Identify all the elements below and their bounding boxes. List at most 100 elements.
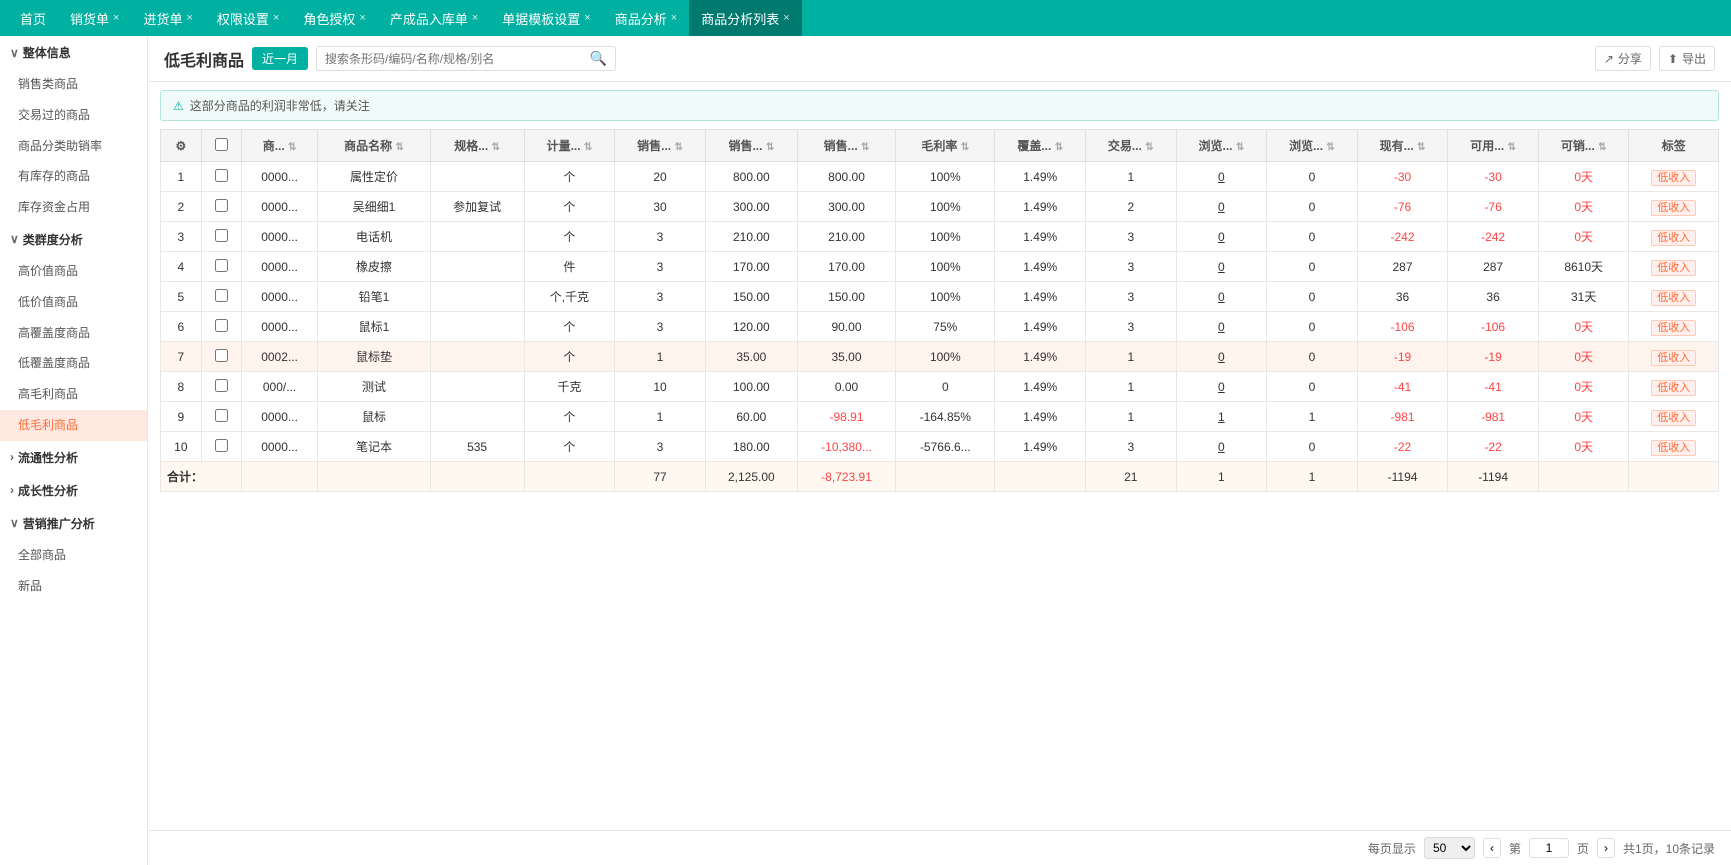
- share-button[interactable]: ↗ 分享: [1595, 46, 1651, 71]
- nav-close-icon[interactable]: ×: [783, 12, 789, 24]
- row-checkbox[interactable]: [201, 192, 241, 222]
- search-box: 🔍: [316, 46, 616, 71]
- nav-close-icon[interactable]: ×: [113, 12, 119, 24]
- sidebar-group-类群度分析[interactable]: ∨类群度分析: [0, 223, 147, 256]
- nav-item-商品分析列表[interactable]: 商品分析列表×: [689, 0, 801, 36]
- sidebar-item-高价值商品[interactable]: 高价值商品: [0, 256, 147, 287]
- nav-close-icon[interactable]: ×: [273, 12, 279, 24]
- col-sales-gross[interactable]: 销售... ⇅: [797, 130, 895, 162]
- row-checkbox[interactable]: [201, 342, 241, 372]
- row-select-checkbox[interactable]: [215, 379, 228, 392]
- tag-badge: 低收入: [1651, 440, 1696, 456]
- row-name: 笔记本: [318, 432, 430, 462]
- row-checkbox[interactable]: [201, 312, 241, 342]
- sidebar-item-高覆盖度商品[interactable]: 高覆盖度商品: [0, 318, 147, 349]
- sidebar-item-低价值商品[interactable]: 低价值商品: [0, 287, 147, 318]
- row-checkbox[interactable]: [201, 282, 241, 312]
- col-sales-qty[interactable]: 销售... ⇅: [615, 130, 706, 162]
- nav-item-角色授权[interactable]: 角色授权×: [291, 0, 377, 36]
- row-code: 000/...: [241, 372, 318, 402]
- row-available: -981: [1448, 402, 1539, 432]
- sidebar-group-整体信息[interactable]: ∨整体信息: [0, 36, 147, 69]
- row-select-checkbox[interactable]: [215, 439, 228, 452]
- sidebar-group-营销推广分析[interactable]: ∨营销推广分析: [0, 507, 147, 540]
- row-select-checkbox[interactable]: [215, 229, 228, 242]
- col-unit[interactable]: 计量... ⇅: [524, 130, 615, 162]
- sidebar-item-有库存的商品[interactable]: 有库存的商品: [0, 161, 147, 192]
- search-icon[interactable]: 🔍: [590, 50, 607, 67]
- row-select-checkbox[interactable]: [215, 259, 228, 272]
- row-checkbox[interactable]: [201, 222, 241, 252]
- prev-page-button[interactable]: ‹: [1483, 838, 1501, 858]
- col-view2[interactable]: 浏览... ⇅: [1267, 130, 1358, 162]
- sidebar-group-成长性分析[interactable]: ›成长性分析: [0, 474, 147, 507]
- nav-close-icon[interactable]: ×: [671, 12, 677, 24]
- row-select-checkbox[interactable]: [215, 319, 228, 332]
- nav-item-首页[interactable]: 首页: [8, 0, 58, 36]
- sidebar-group-流通性分析[interactable]: ›流通性分析: [0, 441, 147, 474]
- row-select-checkbox[interactable]: [215, 349, 228, 362]
- col-current-stock[interactable]: 现有... ⇅: [1357, 130, 1448, 162]
- col-available[interactable]: 可用... ⇅: [1448, 130, 1539, 162]
- nav-close-icon[interactable]: ×: [186, 12, 192, 24]
- row-cover-rate: 1.49%: [995, 162, 1086, 192]
- select-all-checkbox[interactable]: [215, 138, 228, 151]
- col-sales-price[interactable]: 销售... ⇅: [705, 130, 797, 162]
- next-page-button[interactable]: ›: [1597, 838, 1615, 858]
- row-sellable: 0天: [1538, 222, 1629, 252]
- nav-item-权限设置[interactable]: 权限设置×: [205, 0, 291, 36]
- row-unit: 件: [524, 252, 615, 282]
- sidebar-item-低毛利商品[interactable]: 低毛利商品: [0, 410, 147, 441]
- nav-close-icon[interactable]: ×: [584, 12, 590, 24]
- nav-item-产成品入库单[interactable]: 产成品入库单×: [378, 0, 490, 36]
- col-settings[interactable]: ⚙: [161, 130, 202, 162]
- row-view2: 0: [1267, 282, 1358, 312]
- export-button[interactable]: ⬆ 导出: [1659, 46, 1715, 71]
- row-select-checkbox[interactable]: [215, 199, 228, 212]
- row-code: 0002...: [241, 342, 318, 372]
- total-current-stock: -1194: [1357, 462, 1448, 492]
- col-trade-count[interactable]: 交易... ⇅: [1086, 130, 1177, 162]
- nav-item-单据模板设置[interactable]: 单据模板设置×: [490, 0, 602, 36]
- row-checkbox[interactable]: [201, 372, 241, 402]
- row-tag: 低收入: [1629, 312, 1719, 342]
- sidebar-item-新品[interactable]: 新品: [0, 571, 147, 602]
- sidebar-item-商品分类助销率[interactable]: 商品分类助销率: [0, 131, 147, 162]
- sidebar-item-销售类商品[interactable]: 销售类商品: [0, 69, 147, 100]
- row-name: 属性定价: [318, 162, 430, 192]
- col-spec[interactable]: 规格... ⇅: [430, 130, 524, 162]
- sidebar-item-低覆盖度商品[interactable]: 低覆盖度商品: [0, 348, 147, 379]
- filter-button[interactable]: 近一月: [252, 47, 308, 70]
- table-container: ⚙ 商... ⇅ 商品名称 ⇅ 规格... ⇅ 计量... ⇅ 销售... ⇅ …: [148, 129, 1731, 830]
- row-select-checkbox[interactable]: [215, 289, 228, 302]
- search-input[interactable]: [325, 52, 590, 66]
- col-gross-rate[interactable]: 毛利率 ⇅: [896, 130, 995, 162]
- page-size-select[interactable]: 50 100 200: [1424, 837, 1475, 859]
- nav-close-icon[interactable]: ×: [359, 12, 365, 24]
- row-gross-rate: 0: [896, 372, 995, 402]
- row-checkbox[interactable]: [201, 432, 241, 462]
- sidebar-item-全部商品[interactable]: 全部商品: [0, 540, 147, 571]
- col-name[interactable]: 商品名称 ⇅: [318, 130, 430, 162]
- sidebar-item-高毛利商品[interactable]: 高毛利商品: [0, 379, 147, 410]
- row-cover-rate: 1.49%: [995, 372, 1086, 402]
- nav-item-销货单[interactable]: 销货单×: [58, 0, 131, 36]
- row-checkbox[interactable]: [201, 162, 241, 192]
- page-number-input[interactable]: [1529, 838, 1569, 858]
- col-cover-rate[interactable]: 覆盖... ⇅: [995, 130, 1086, 162]
- row-available: -106: [1448, 312, 1539, 342]
- col-code[interactable]: 商... ⇅: [241, 130, 318, 162]
- row-select-checkbox[interactable]: [215, 169, 228, 182]
- nav-close-icon[interactable]: ×: [472, 12, 478, 24]
- expand-arrow-icon: ∨: [10, 232, 19, 246]
- nav-item-商品分析[interactable]: 商品分析×: [603, 0, 689, 36]
- col-view1[interactable]: 浏览... ⇅: [1176, 130, 1267, 162]
- sidebar-item-库存资金占用[interactable]: 库存资金占用: [0, 192, 147, 223]
- row-checkbox[interactable]: [201, 252, 241, 282]
- row-select-checkbox[interactable]: [215, 409, 228, 422]
- sidebar-item-交易过的商品[interactable]: 交易过的商品: [0, 100, 147, 131]
- row-checkbox[interactable]: [201, 402, 241, 432]
- nav-item-进货单[interactable]: 进货单×: [131, 0, 204, 36]
- row-cover-rate: 1.49%: [995, 252, 1086, 282]
- col-sellable[interactable]: 可销... ⇅: [1538, 130, 1629, 162]
